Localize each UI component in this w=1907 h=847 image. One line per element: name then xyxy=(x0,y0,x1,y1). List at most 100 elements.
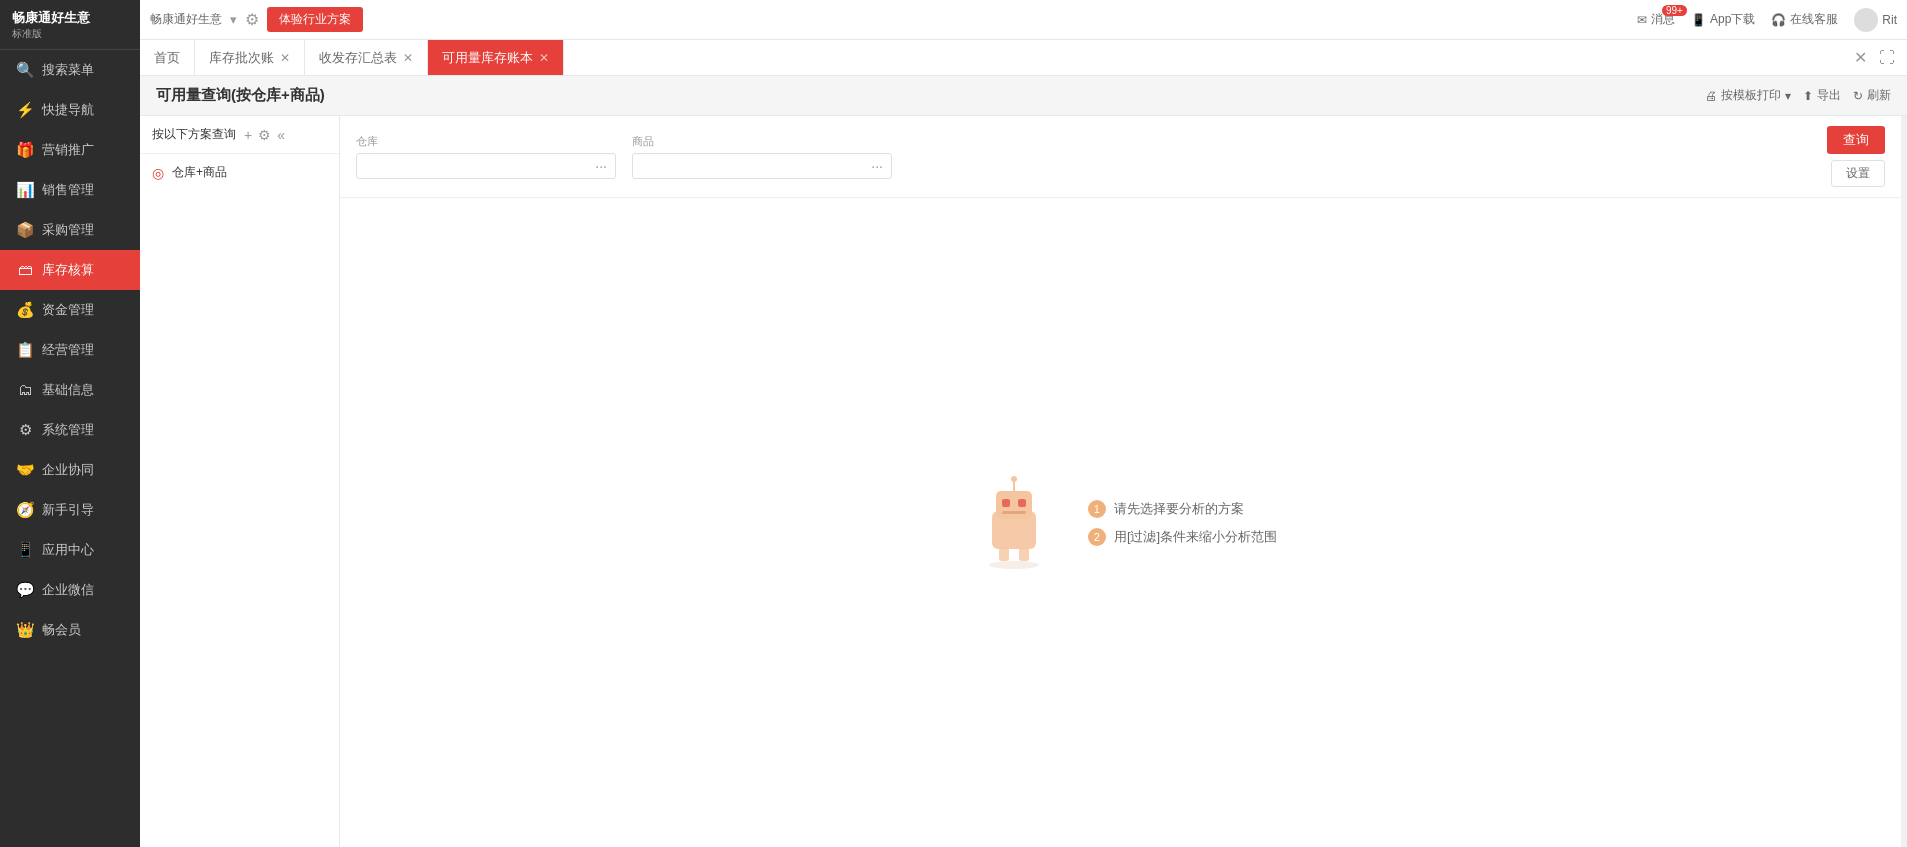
message-button[interactable]: ✉ 消息 99+ xyxy=(1637,11,1675,28)
tab-batch-label: 库存批次账 xyxy=(209,49,274,67)
tip-num-1: 1 xyxy=(1088,500,1106,518)
sidebar-item-finance[interactable]: 💰 资金管理 xyxy=(0,290,140,330)
query-bar: 仓库 ··· 商品 ··· 查询 设置 xyxy=(340,116,1901,198)
svg-rect-2 xyxy=(1002,499,1010,507)
refresh-label: 刷新 xyxy=(1867,87,1891,104)
sidebar-item-basic[interactable]: 🗂 基础信息 xyxy=(0,370,140,410)
svg-rect-7 xyxy=(999,547,1009,561)
sidebar-item-system[interactable]: ⚙ 系统管理 xyxy=(0,410,140,450)
tab-home[interactable]: 首页 xyxy=(140,40,195,76)
svg-rect-4 xyxy=(1002,511,1026,514)
print-dropdown-icon[interactable]: ▾ xyxy=(1785,89,1791,103)
page-header: 可用量查询(按仓库+商品) 🖨 按模板打印 ▾ ⬆ 导出 ↻ 刷新 xyxy=(140,76,1907,116)
chart-icon: 📊 xyxy=(16,181,34,199)
tab-summary-label: 收发存汇总表 xyxy=(319,49,397,67)
sidebar-item-sales[interactable]: 📊 销售管理 xyxy=(0,170,140,210)
user-menu-button[interactable]: Rit xyxy=(1854,8,1897,32)
headset-icon: 🎧 xyxy=(1771,13,1786,27)
sidebar-nav: 🔍 搜索菜单 ⚡ 快捷导航 🎁 营销推广 📊 销售管理 📦 采购管理 🗃 库存核… xyxy=(0,50,140,847)
sidebar: 畅康通好生意 标准版 🔍 搜索菜单 ⚡ 快捷导航 🎁 营销推广 📊 销售管理 📦… xyxy=(0,0,140,847)
sidebar-item-wechat[interactable]: 💬 企业微信 xyxy=(0,570,140,610)
print-icon: 🖨 xyxy=(1705,89,1717,103)
tab-summary-close[interactable]: ✕ xyxy=(403,51,413,65)
filter-header: 按以下方案查询 + ⚙ « xyxy=(140,116,339,154)
sidebar-item-operation[interactable]: 📋 经营管理 xyxy=(0,330,140,370)
sidebar-item-guide[interactable]: 🧭 新手引导 xyxy=(0,490,140,530)
app-version: 标准版 xyxy=(12,27,128,41)
tip-text-1: 请先选择要分析的方案 xyxy=(1114,500,1244,518)
sidebar-item-label: 应用中心 xyxy=(42,541,94,559)
goods-input[interactable]: ··· xyxy=(632,153,892,179)
export-icon: ⬆ xyxy=(1803,89,1813,103)
filter-item-warehouse-goods[interactable]: ◎ 仓库+商品 xyxy=(140,154,339,191)
username-label: Rit xyxy=(1882,13,1897,27)
avatar xyxy=(1854,8,1878,32)
refresh-button[interactable]: ↻ 刷新 xyxy=(1853,87,1891,104)
warehouse-input[interactable]: ··· xyxy=(356,153,616,179)
search-icon: 🔍 xyxy=(16,61,34,79)
industry-solution-button[interactable]: 体验行业方案 xyxy=(267,7,363,32)
tabs-bar: 首页 库存批次账 ✕ 收发存汇总表 ✕ 可用量库存账本 ✕ ✕ ⛶ xyxy=(140,40,1907,76)
compass-icon: 🧭 xyxy=(16,501,34,519)
sidebar-item-search[interactable]: 🔍 搜索菜单 xyxy=(0,50,140,90)
message-icon: ✉ xyxy=(1637,13,1647,27)
tab-batch-close[interactable]: ✕ xyxy=(280,51,290,65)
main-content: 仓库 ··· 商品 ··· 查询 设置 xyxy=(340,116,1901,847)
export-button[interactable]: ⬆ 导出 xyxy=(1803,87,1841,104)
topbar-right: ✉ 消息 99+ 📱 App下载 🎧 在线客服 Rit xyxy=(1637,8,1897,32)
sidebar-item-label: 企业微信 xyxy=(42,581,94,599)
tab-close-icon[interactable]: ✕ xyxy=(1850,44,1871,71)
svg-rect-8 xyxy=(1019,547,1029,561)
sidebar-item-vip[interactable]: 👑 畅会员 xyxy=(0,610,140,650)
query-actions: 查询 设置 xyxy=(1827,126,1885,187)
tab-summary[interactable]: 收发存汇总表 ✕ xyxy=(305,40,428,76)
filter-add-button[interactable]: + xyxy=(244,127,252,143)
filter-item-label: 仓库+商品 xyxy=(172,164,227,181)
clipboard-icon: 📋 xyxy=(16,341,34,359)
message-badge: 99+ xyxy=(1662,5,1687,16)
tab-available-close[interactable]: ✕ xyxy=(539,51,549,65)
sidebar-item-label: 资金管理 xyxy=(42,301,94,319)
sidebar-item-label: 搜索菜单 xyxy=(42,61,94,79)
empty-tip-2: 2 用[过滤]条件来缩小分析范围 xyxy=(1088,528,1277,546)
print-button[interactable]: 🖨 按模板打印 ▾ xyxy=(1705,87,1791,104)
svg-point-9 xyxy=(989,561,1039,569)
app-download-button[interactable]: 📱 App下载 xyxy=(1691,11,1755,28)
topbar-settings-icon[interactable]: ⚙ xyxy=(245,10,259,29)
empty-state-content: 1 请先选择要分析的方案 2 用[过滤]条件来缩小分析范围 xyxy=(964,473,1277,573)
sidebar-item-purchase[interactable]: 📦 采购管理 xyxy=(0,210,140,250)
empty-tip-1: 1 请先选择要分析的方案 xyxy=(1088,500,1277,518)
filter-settings-button[interactable]: ⚙ xyxy=(258,127,271,143)
sidebar-item-label: 采购管理 xyxy=(42,221,94,239)
resize-handle[interactable] xyxy=(1901,116,1907,847)
goods-more-icon[interactable]: ··· xyxy=(871,158,883,174)
query-button[interactable]: 查询 xyxy=(1827,126,1885,154)
warehouse-more-icon[interactable]: ··· xyxy=(595,158,607,174)
money-icon: 💰 xyxy=(16,301,34,319)
sidebar-item-appcenter[interactable]: 📱 应用中心 xyxy=(0,530,140,570)
gear-icon: ⚙ xyxy=(16,421,34,439)
sidebar-item-label: 基础信息 xyxy=(42,381,94,399)
refresh-icon: ↻ xyxy=(1853,89,1863,103)
filter-panel: 按以下方案查询 + ⚙ « ◎ 仓库+商品 xyxy=(140,116,340,847)
tab-available[interactable]: 可用量库存账本 ✕ xyxy=(428,40,564,76)
tab-expand-icon[interactable]: ⛶ xyxy=(1875,45,1899,71)
sidebar-item-enterprise[interactable]: 🤝 企业协同 xyxy=(0,450,140,490)
tab-batch[interactable]: 库存批次账 ✕ xyxy=(195,40,305,76)
breadcrumb-item-1: 畅康通好生意 xyxy=(150,11,222,28)
breadcrumb: 畅康通好生意 xyxy=(150,11,222,28)
tip-text-2: 用[过滤]条件来缩小分析范围 xyxy=(1114,528,1277,546)
sidebar-item-shortcut[interactable]: ⚡ 快捷导航 xyxy=(0,90,140,130)
breadcrumb-dropdown-icon[interactable]: ▾ xyxy=(230,12,237,27)
empty-tips: 1 请先选择要分析的方案 2 用[过滤]条件来缩小分析范围 xyxy=(1088,500,1277,546)
online-service-button[interactable]: 🎧 在线客服 xyxy=(1771,11,1838,28)
settings-button[interactable]: 设置 xyxy=(1831,160,1885,187)
sidebar-item-marketing[interactable]: 🎁 营销推广 xyxy=(0,130,140,170)
page-header-actions: 🖨 按模板打印 ▾ ⬆ 导出 ↻ 刷新 xyxy=(1705,87,1891,104)
chat-icon: 💬 xyxy=(16,581,34,599)
sidebar-item-label: 快捷导航 xyxy=(42,101,94,119)
sidebar-item-inventory[interactable]: 🗃 库存核算 xyxy=(0,250,140,290)
app-download-label: App下载 xyxy=(1710,11,1755,28)
filter-collapse-button[interactable]: « xyxy=(277,127,285,143)
tab-available-label: 可用量库存账本 xyxy=(442,49,533,67)
